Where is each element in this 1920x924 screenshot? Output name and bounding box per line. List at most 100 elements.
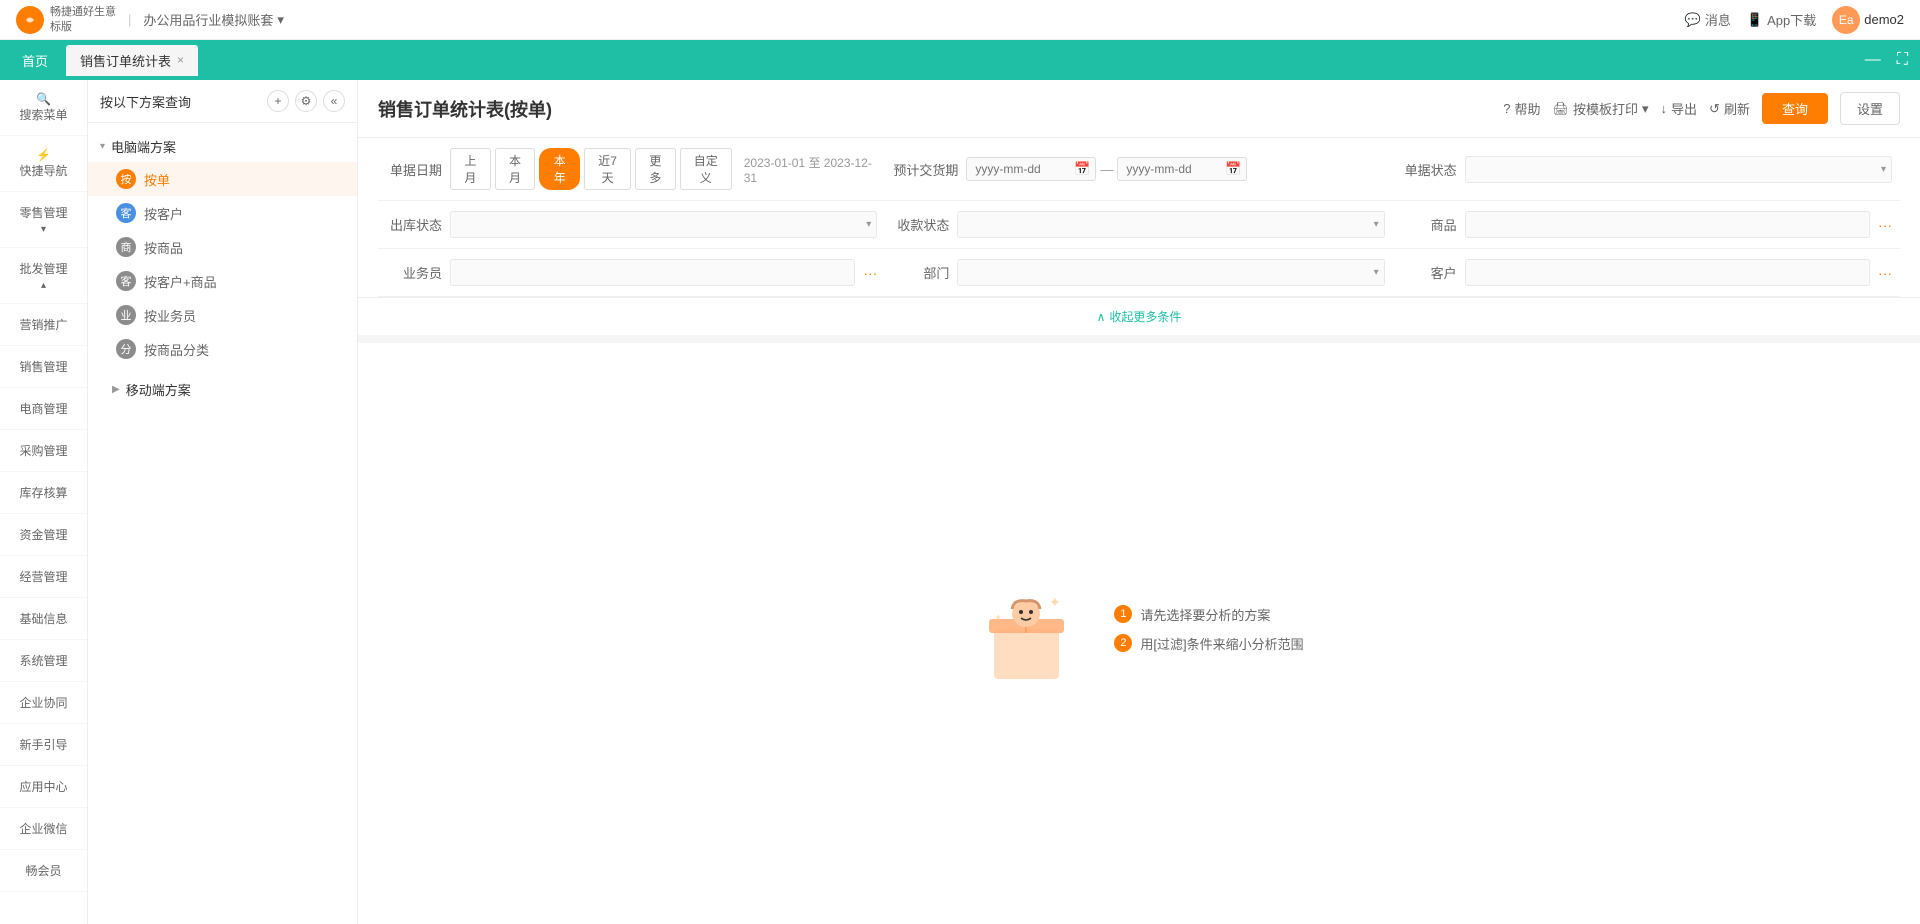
sidebar-item-finance[interactable]: 资金管理 (0, 514, 87, 556)
logo-text: 畅捷通好生意 标版 (50, 5, 116, 34)
scheme-item-by-order[interactable]: 按 按单 (88, 162, 357, 196)
industry-selector[interactable]: 办公用品行业模拟账套 ▾ (143, 10, 284, 29)
goods-input[interactable] (1465, 211, 1870, 238)
sidebar-item-guide[interactable]: 新手引导 (0, 724, 87, 766)
status-label: 单据状态 (1401, 160, 1457, 179)
scheme-item-by-customer-goods[interactable]: 客 按客户+商品 (88, 264, 357, 298)
this-year-btn[interactable]: 本年 (539, 148, 580, 190)
department-select[interactable] (957, 259, 1384, 286)
page-title: 销售订单统计表(按单) (378, 96, 552, 122)
by-salesperson-label: 按业务员 (144, 306, 196, 325)
empty-content: ✦ ✦ 1 请先选择要分析的方案 2 用[过滤]条件来缩小分析范围 (974, 579, 1303, 689)
salesperson-input[interactable] (450, 259, 855, 286)
mobile-scheme-header[interactable]: ▶ 移动端方案 (88, 374, 357, 405)
header-left: 畅捷通好生意 标版 | 办公用品行业模拟账套 ▾ (16, 5, 284, 34)
query-button[interactable]: 查询 (1762, 93, 1828, 124)
settings-button[interactable]: 设置 (1840, 92, 1900, 125)
sidebar-item-system[interactable]: 系统管理 (0, 640, 87, 682)
scheme-item-by-customer[interactable]: 客 按客户 (88, 196, 357, 230)
salesperson-label: 业务员 (386, 263, 442, 282)
sidebar-item-inventory[interactable]: 库存核算 (0, 472, 87, 514)
sidebar-item-wholesale[interactable]: 批发管理 ▴ (0, 248, 87, 304)
mobile-section-title: 移动端方案 (126, 380, 191, 399)
more-btn[interactable]: 更多 (635, 148, 676, 190)
help-button[interactable]: ? 帮助 (1503, 99, 1540, 118)
salesperson-more-icon[interactable]: ··· (863, 265, 877, 281)
logo-area: 畅捷通好生意 标版 (16, 5, 116, 34)
sidebar-item-operations[interactable]: 经营管理 (0, 556, 87, 598)
sidebar-item-marketing[interactable]: 营销推广 (0, 304, 87, 346)
message-button[interactable]: 💬 消息 (1685, 10, 1731, 29)
ship-status-select[interactable] (450, 211, 877, 238)
expected-date-content: 📅 — 📅 (966, 157, 1384, 181)
customer-more-icon[interactable]: ··· (1878, 265, 1892, 281)
sidebar: 🔍 搜索菜单 ⚡ 快捷导航 零售管理 ▾ 批发管理 ▴ 营销推广 销售管理 电商… (0, 80, 88, 924)
minimize-button[interactable]: — (1861, 47, 1885, 73)
scheme-item-by-category[interactable]: 分 按商品分类 (88, 332, 357, 366)
add-scheme-button[interactable]: + (267, 90, 289, 112)
custom-btn[interactable]: 自定义 (680, 148, 732, 190)
refresh-label: 刷新 (1724, 99, 1750, 118)
export-button[interactable]: ↓ 导出 (1661, 99, 1698, 118)
sidebar-marketing-label: 营销推广 (4, 316, 83, 333)
sidebar-item-enterprise[interactable]: 企业协同 (0, 682, 87, 724)
app-download-button[interactable]: 📱 App下载 (1747, 10, 1816, 29)
sidebar-item-quicknav[interactable]: ⚡ 快捷导航 (0, 136, 87, 192)
empty-text: 1 请先选择要分析的方案 2 用[过滤]条件来缩小分析范围 (1114, 605, 1303, 663)
breadcrumb-separator: | (128, 12, 131, 27)
active-tab[interactable]: 销售订单统计表 × (66, 45, 198, 76)
filter-cell-payment-status: 收款状态 ▾ (885, 211, 1392, 238)
sidebar-sales-label: 销售管理 (4, 358, 83, 375)
by-customer-goods-icon: 客 (116, 271, 136, 291)
print-chevron-icon: ▾ (1642, 101, 1649, 117)
sidebar-item-search[interactable]: 🔍 搜索菜单 (0, 80, 87, 136)
svg-text:✦: ✦ (1049, 594, 1061, 610)
user-name: demo2 (1864, 12, 1904, 27)
collapse-filters-button[interactable]: ∧ 收起更多条件 (1097, 308, 1182, 325)
status-select[interactable] (1465, 156, 1892, 183)
refresh-button[interactable]: ↺ 刷新 (1709, 99, 1750, 118)
user-profile[interactable]: Ea demo2 (1832, 6, 1904, 34)
scheme-item-by-goods[interactable]: 商 按商品 (88, 230, 357, 264)
sidebar-item-member[interactable]: 畅会员 (0, 850, 87, 892)
collapse-panel-button[interactable]: « (323, 90, 345, 112)
department-select-wrap: ▾ (957, 259, 1384, 286)
ship-status-content: ▾ (450, 211, 877, 238)
date-range-text: 2023-01-01 至 2023-12-31 (744, 154, 878, 185)
close-tab-icon[interactable]: × (177, 54, 184, 66)
expected-date-start-input[interactable] (966, 157, 1096, 181)
template-print-button[interactable]: 🖨 按模板打印 ▾ (1552, 99, 1648, 118)
sidebar-item-basic[interactable]: 基础信息 (0, 598, 87, 640)
step-2-number: 2 (1114, 634, 1132, 652)
settings-scheme-button[interactable]: ⚙ (295, 90, 317, 112)
template-print-label: 按模板打印 (1573, 99, 1638, 118)
home-tab[interactable]: 首页 (8, 45, 62, 76)
sidebar-ecommerce-label: 电商管理 (4, 400, 83, 417)
scheme-item-by-salesperson[interactable]: 业 按业务员 (88, 298, 357, 332)
by-category-icon: 分 (116, 339, 136, 359)
sidebar-item-appcenter[interactable]: 应用中心 (0, 766, 87, 808)
last-month-btn[interactable]: 上月 (450, 148, 491, 190)
desktop-scheme-header[interactable]: ▾ 电脑端方案 (88, 131, 357, 162)
sidebar-item-sales[interactable]: 销售管理 (0, 346, 87, 388)
content-area: 按以下方案查询 + ⚙ « ▾ 电脑端方案 (88, 80, 1920, 924)
step-1-text: 请先选择要分析的方案 (1140, 605, 1270, 624)
date-dash: — (1100, 162, 1113, 177)
payment-status-select[interactable] (957, 211, 1384, 238)
payment-status-label: 收款状态 (893, 215, 949, 234)
last-7-days-btn[interactable]: 近7天 (584, 148, 631, 190)
sidebar-quicknav-label: 快捷导航 (4, 162, 83, 179)
sidebar-item-retail[interactable]: 零售管理 ▾ (0, 192, 87, 248)
add-icon: + (274, 94, 281, 108)
sidebar-item-purchase[interactable]: 采购管理 (0, 430, 87, 472)
step-2-text: 用[过滤]条件来缩小分析范围 (1140, 634, 1303, 653)
sidebar-item-ecommerce[interactable]: 电商管理 (0, 388, 87, 430)
customer-input[interactable] (1465, 259, 1870, 286)
this-month-btn[interactable]: 本月 (495, 148, 536, 190)
date-label: 单据日期 (386, 160, 442, 179)
maximize-button[interactable]: ⛶ (1893, 47, 1912, 73)
sidebar-item-wechat[interactable]: 企业微信 (0, 808, 87, 850)
goods-more-icon[interactable]: ··· (1878, 217, 1892, 233)
expected-date-end-input[interactable] (1117, 157, 1247, 181)
chevron-down-icon: ▾ (41, 224, 46, 235)
